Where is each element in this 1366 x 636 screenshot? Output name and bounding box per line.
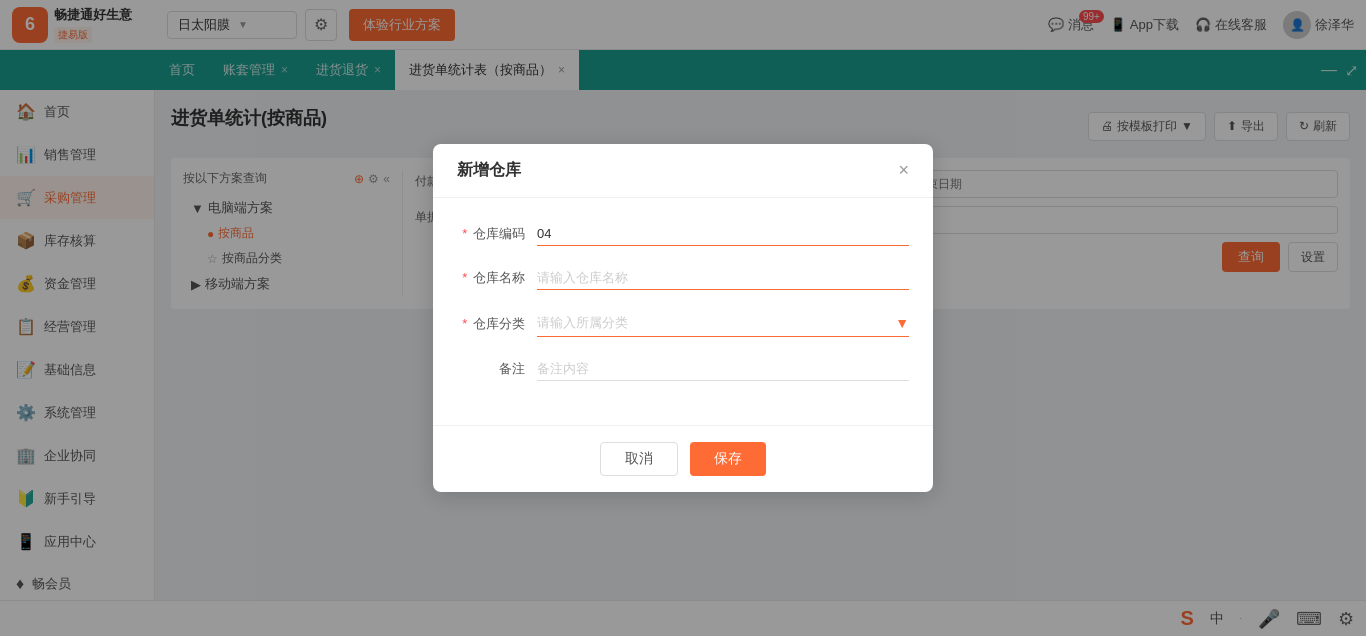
warehouse-note-input[interactable]: [537, 357, 909, 381]
form-row-name: * 仓库名称: [457, 266, 909, 290]
cancel-button[interactable]: 取消: [600, 442, 678, 476]
name-label: * 仓库名称: [457, 269, 537, 287]
save-button[interactable]: 保存: [690, 442, 766, 476]
required-mark-category: *: [462, 316, 467, 331]
form-row-code: * 仓库编码: [457, 222, 909, 246]
form-row-category: * 仓库分类 请输入所属分类 ▼: [457, 310, 909, 337]
category-chevron-icon: ▼: [895, 315, 909, 331]
warehouse-name-input[interactable]: [537, 266, 909, 290]
warehouse-code-input[interactable]: [537, 222, 909, 246]
modal-body: * 仓库编码 * 仓库名称 * 仓库分类 请输入所属: [433, 198, 933, 425]
required-mark-name: *: [462, 270, 467, 285]
code-label: * 仓库编码: [457, 225, 537, 243]
modal-overlay[interactable]: 新增仓库 × * 仓库编码 * 仓库名称: [0, 0, 1366, 636]
note-label: 备注: [457, 360, 537, 378]
add-warehouse-modal: 新增仓库 × * 仓库编码 * 仓库名称: [433, 144, 933, 492]
required-mark: *: [462, 226, 467, 241]
modal-close-button[interactable]: ×: [898, 160, 909, 181]
form-row-note: 备注: [457, 357, 909, 381]
category-label: * 仓库分类: [457, 315, 537, 333]
warehouse-category-select[interactable]: 请输入所属分类 ▼: [537, 310, 909, 337]
modal-header: 新增仓库 ×: [433, 144, 933, 198]
modal-footer: 取消 保存: [433, 425, 933, 492]
modal-title: 新增仓库: [457, 160, 521, 181]
